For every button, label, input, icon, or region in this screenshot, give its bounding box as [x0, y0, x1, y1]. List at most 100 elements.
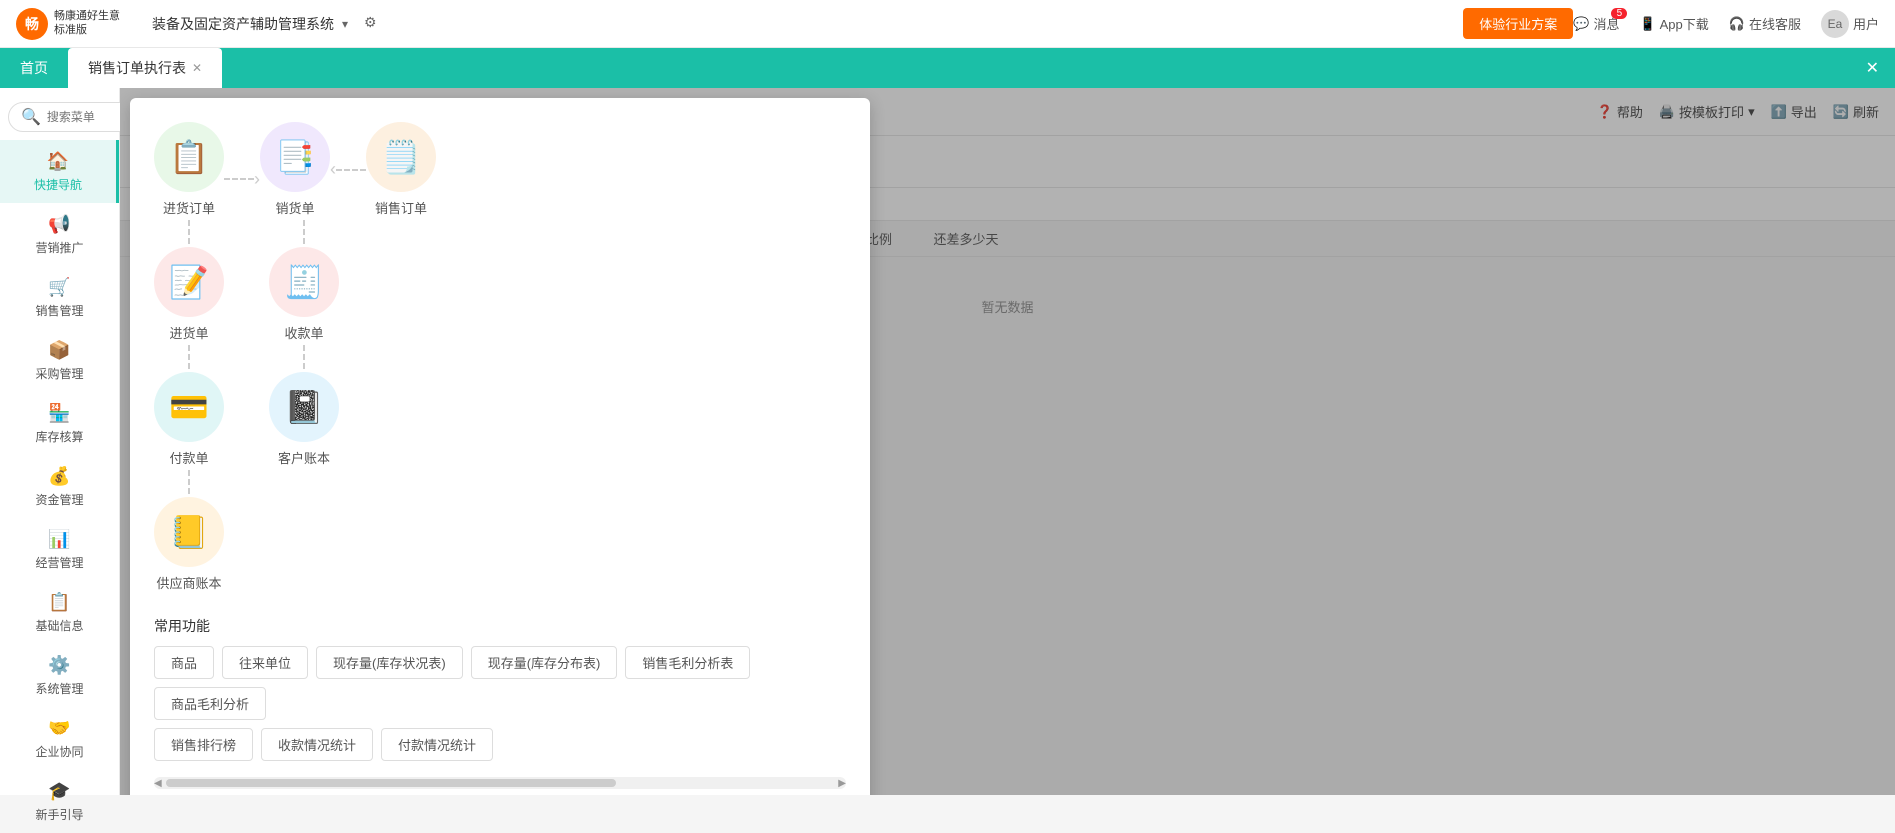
supplier-account-label: 供应商账本	[156, 573, 221, 592]
basic-info-icon: 📋	[49, 591, 71, 613]
btn-product[interactable]: 商品	[154, 646, 214, 679]
sidebar-item-sales[interactable]: 🛒 销售管理	[0, 266, 119, 329]
scroll-right-button[interactable]: ▶	[838, 778, 846, 789]
logo-text: 畅康通好生意 标准版	[54, 10, 120, 36]
main-layout: 🔍 🏠 快捷导航 📢 营销推广 🛒 销售管理 📦 采购管理 🏪 库存核算 💰 资…	[0, 88, 1895, 795]
tab-home[interactable]: 首页	[0, 48, 68, 88]
flow-item-receipt-bill[interactable]: 🧾 收款单	[269, 247, 339, 342]
quick-nav-icon: 🏠	[47, 150, 69, 172]
flow-item-payment-bill[interactable]: 💳 付款单	[154, 372, 224, 467]
sidebar-item-enterprise[interactable]: 🤝 企业协同	[0, 707, 119, 770]
sidebar-item-label: 采购管理	[35, 365, 83, 382]
supplier-account-circle: 📒	[154, 497, 224, 567]
flow-item-purchase-bill[interactable]: 📝 进货单	[154, 247, 224, 342]
system-title-text: 装备及固定资产辅助管理系统	[152, 14, 334, 34]
user-menu-button[interactable]: Ea 用户	[1821, 10, 1879, 38]
logo-area: 畅 畅康通好生意 标准版	[16, 8, 136, 40]
header-right: 💬 消息 5 📱 App下载 🎧 在线客服 Ea 用户	[1573, 10, 1879, 38]
sidebar-item-finance[interactable]: 💰 资金管理	[0, 455, 119, 518]
tab-close-icon[interactable]: ✕	[192, 61, 202, 75]
operations-icon: 📊	[49, 528, 71, 550]
purchase-icon: 📦	[49, 339, 71, 361]
sidebar-item-label: 库存核算	[35, 428, 83, 445]
purchase-order-circle: 📋	[154, 122, 224, 192]
marketing-icon: 📢	[49, 213, 71, 235]
logo-icon: 畅	[16, 8, 48, 40]
sidebar-item-quick-nav[interactable]: 🏠 快捷导航	[0, 140, 119, 203]
download-icon: 📱	[1639, 16, 1655, 32]
purchase-order-label: 进货订单	[163, 198, 215, 217]
sidebar-item-label: 销售管理	[35, 302, 83, 319]
search-icon: 🔍	[21, 107, 41, 127]
flow-item-supplier-account[interactable]: 📒 供应商账本	[154, 497, 224, 592]
sales-bill-circle: 📑	[260, 122, 330, 192]
top-header: 畅 畅康通好生意 标准版 装备及固定资产辅助管理系统 ▾ ⚙ 体验行业方案 💬 …	[0, 0, 1895, 48]
sidebar-item-label: 系统管理	[35, 680, 83, 697]
btn-current-stock-status[interactable]: 现存量(库存状况表)	[316, 646, 463, 679]
btn-sales-ranking[interactable]: 销售排行榜	[154, 728, 253, 761]
sidebar-item-label: 企业协同	[35, 743, 83, 760]
system-dropdown-button[interactable]: ▾	[342, 17, 348, 31]
content-area: ❓ 帮助 🖨️ 按模板打印 ▾ ⬆️ 导出 🔄 刷新	[120, 88, 1895, 795]
common-buttons-row-1: 商品 往来单位 现存量(库存状况表) 现存量(库存分布表) 销售毛利分析表 商品…	[154, 646, 846, 720]
customer-account-circle: 📓	[269, 372, 339, 442]
close-all-tabs-icon[interactable]: ✕	[1866, 58, 1879, 78]
btn-current-stock-dist[interactable]: 现存量(库存分布表)	[471, 646, 618, 679]
settings-icon[interactable]: ⚙	[364, 14, 384, 34]
system-title-area: 装备及固定资产辅助管理系统 ▾ ⚙	[152, 14, 1463, 34]
sidebar-item-label: 经营管理	[35, 554, 83, 571]
btn-payment-stats[interactable]: 付款情况统计	[381, 728, 493, 761]
sidebar-item-operations[interactable]: 📊 经营管理	[0, 518, 119, 581]
sidebar-item-label: 营销推广	[35, 239, 83, 256]
sidebar-item-label: 新手引导	[35, 806, 83, 823]
tab-sales-order-exec[interactable]: 销售订单执行表 ✕	[68, 48, 222, 88]
popup-overlay[interactable]: 📋 进货订单 📝 进货单	[120, 88, 1895, 795]
down-arrow-4	[303, 217, 305, 247]
flow-item-purchase-order[interactable]: 📋 进货订单	[154, 122, 224, 217]
btn-sales-profit-analysis[interactable]: 销售毛利分析表	[625, 646, 750, 679]
scroll-left-button[interactable]: ◀	[154, 778, 162, 789]
online-service-button[interactable]: 🎧 在线客服	[1729, 14, 1801, 33]
app-download-button[interactable]: 📱 App下载	[1639, 14, 1708, 33]
receipt-bill-circle: 🧾	[269, 247, 339, 317]
flow-item-sales-order[interactable]: 🗒️ 销售订单	[366, 122, 436, 217]
sidebar-item-marketing[interactable]: 📢 营销推广	[0, 203, 119, 266]
message-button[interactable]: 💬 消息 5	[1573, 14, 1619, 33]
sidebar-item-label: 基础信息	[35, 617, 83, 634]
sales-order-tab-label: 销售订单执行表	[88, 58, 186, 78]
nav-tabs: 首页 销售订单执行表 ✕ ✕	[0, 48, 1895, 88]
scrollbar-thumb[interactable]	[166, 779, 616, 787]
down-arrow-5	[303, 342, 305, 372]
home-tab-label: 首页	[20, 58, 48, 78]
flow-diagram: 📋 进货订单 📝 进货单	[154, 122, 846, 592]
down-arrow-3	[188, 467, 190, 497]
try-industry-button[interactable]: 体验行业方案	[1463, 8, 1573, 39]
sidebar-item-newbie[interactable]: 🎓 新手引导	[0, 770, 119, 833]
btn-receipt-stats[interactable]: 收款情况统计	[261, 728, 373, 761]
h-arrow-2: ‹	[330, 135, 366, 205]
sidebar-item-basic-info[interactable]: 📋 基础信息	[0, 581, 119, 644]
sidebar-item-purchase[interactable]: 📦 采购管理	[0, 329, 119, 392]
message-badge: 5	[1611, 8, 1627, 19]
payment-bill-label: 付款单	[169, 448, 208, 467]
enterprise-icon: 🤝	[49, 717, 71, 739]
sidebar-item-system[interactable]: ⚙️ 系统管理	[0, 644, 119, 707]
sales-bill-label: 销货单	[275, 198, 314, 217]
receipt-bill-label: 收款单	[284, 323, 323, 342]
sidebar: 🔍 🏠 快捷导航 📢 营销推广 🛒 销售管理 📦 采购管理 🏪 库存核算 💰 资…	[0, 88, 120, 795]
common-functions-section: 常用功能 商品 往来单位 现存量(库存状况表) 现存量(库存分布表) 销售毛利分…	[154, 616, 846, 761]
purchase-bill-circle: 📝	[154, 247, 224, 317]
inventory-icon: 🏪	[49, 402, 71, 424]
avatar: Ea	[1821, 10, 1849, 38]
flow-item-sales-bill[interactable]: 📑 销货单	[260, 122, 330, 217]
sidebar-item-label: 资金管理	[35, 491, 83, 508]
finance-icon: 💰	[49, 465, 71, 487]
popup-scrollbar[interactable]: ◀ ▶	[154, 777, 846, 789]
btn-product-profit-analysis[interactable]: 商品毛利分析	[154, 687, 266, 720]
sidebar-item-label: 快捷导航	[34, 176, 82, 193]
sidebar-item-inventory[interactable]: 🏪 库存核算	[0, 392, 119, 455]
flow-item-customer-account[interactable]: 📓 客户账本	[269, 372, 339, 467]
btn-counterparty[interactable]: 往来单位	[222, 646, 308, 679]
message-icon: 💬	[1573, 16, 1589, 32]
payment-bill-circle: 💳	[154, 372, 224, 442]
